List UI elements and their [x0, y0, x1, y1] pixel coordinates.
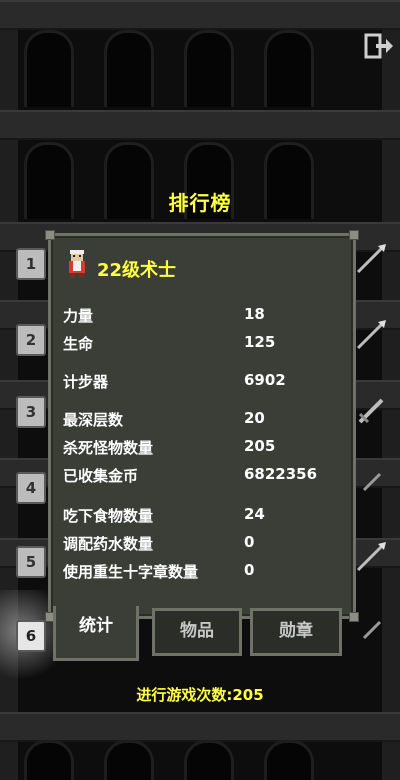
hero-name: 22级术士 [97, 260, 177, 281]
tab-items[interactable]: 物品 [152, 608, 242, 656]
dialog-corner [349, 230, 359, 240]
stat-label-ankhs: 使用重生十字章数量 [63, 563, 199, 581]
tab-stats[interactable]: 统计 [53, 606, 139, 661]
stat-label-depth: 最深层数 [63, 411, 124, 429]
stat-value-kills: 205 [244, 437, 276, 455]
stat-value-depth: 20 [244, 409, 265, 427]
stat-label-health: 生命 [63, 335, 94, 353]
games-played-count: 进行游戏次数:205 [136, 686, 264, 704]
stat-label-steps: 计步器 [63, 373, 109, 391]
page-title: 排行榜 [168, 191, 232, 215]
rank-badge-4[interactable]: 4 [16, 472, 46, 504]
stat-label-potions: 调配药水数量 [63, 535, 154, 553]
exit-icon[interactable] [364, 33, 394, 59]
stat-value-food: 24 [244, 505, 265, 523]
dart-icon [362, 620, 382, 640]
stat-label-food: 吃下食物数量 [63, 507, 154, 525]
stat-label-strength: 力量 [63, 307, 94, 325]
stat-value-steps: 6902 [244, 371, 286, 389]
stat-value-health: 125 [244, 333, 276, 351]
dart-icon [362, 472, 382, 492]
stat-value-potions: 0 [244, 533, 255, 551]
stat-value-strength: 18 [244, 305, 265, 323]
rank-badge-3[interactable]: 3 [16, 396, 46, 428]
spear-icon [356, 244, 386, 274]
rank-badge-6[interactable]: 6 [16, 620, 46, 652]
spear-icon [356, 320, 386, 350]
rank-badge-5[interactable]: 5 [16, 546, 46, 578]
rank-badge-1[interactable]: 1 [16, 248, 46, 280]
stat-label-kills: 杀死怪物数量 [63, 439, 154, 457]
sword-icon [358, 398, 384, 424]
spear-icon [356, 542, 386, 572]
dialog-corner [349, 612, 359, 622]
warlock-hero-icon [69, 250, 85, 278]
stat-label-gold: 已收集金币 [63, 467, 139, 485]
stat-value-gold: 6822356 [244, 465, 318, 483]
stat-value-ankhs: 0 [244, 561, 255, 579]
tab-badges[interactable]: 勋章 [250, 608, 342, 656]
dialog-corner [45, 230, 55, 240]
hero-stats-dialog: 22级术士 力量 18 生命 125 计步器 6902 最深层数 20 杀死怪物… [45, 230, 359, 622]
rank-badge-2[interactable]: 2 [16, 324, 46, 356]
